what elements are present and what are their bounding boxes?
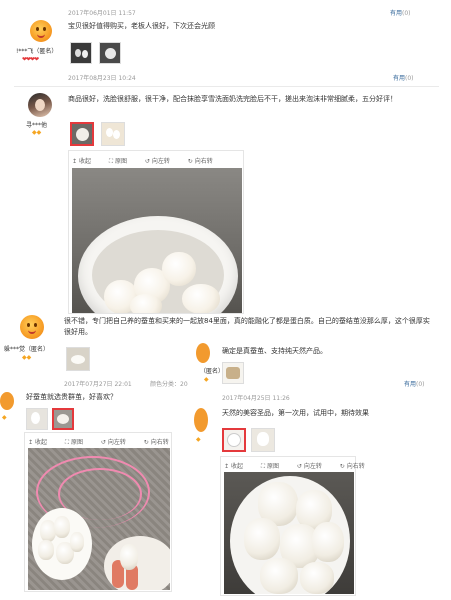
review-text: 确定是真蚕茧、支持纯天然产品。 [222, 347, 327, 355]
user-avatar [196, 343, 210, 363]
followup-date: 2017年08月23日 10:24 [68, 75, 136, 82]
user-avatar [194, 408, 208, 432]
followup-date: 2017年04月25日 11:26 [222, 395, 290, 402]
image-toolbar: ↥ 收起 ⛶ 原图 ↺ 向左转 ↻ 向右转 [28, 437, 185, 447]
review-thumbnail[interactable] [251, 428, 275, 452]
rotate-right-button[interactable]: ↻ 向右转 [340, 463, 373, 470]
divider [14, 86, 439, 87]
review-thumbnail-selected[interactable] [70, 122, 94, 146]
review-text: 宝贝很好值得购买，老板人很好，下次还会光顾 [68, 22, 215, 30]
original-image-button[interactable]: ⛶ 原图 [109, 158, 135, 165]
review-text: 商品很好，洗脸很舒服，很干净，配合抹脸享雪洗面奶洗完脸后不干，搓出来泡沫非常细腻… [68, 95, 397, 103]
diamond-level-icon: ◆ [204, 376, 209, 383]
review-photo [224, 472, 354, 594]
useful-button[interactable]: 有用(0) [393, 73, 414, 82]
review-thumbnail-selected[interactable] [52, 408, 74, 430]
heart-rating-icon: ❤❤❤❤ [22, 56, 39, 63]
review-thumbnail[interactable] [26, 408, 48, 430]
color-classification: 颜色分类：20 [150, 381, 188, 388]
diamond-level-icon: ◆ [2, 414, 7, 421]
username: 躲***觉（匿名） [4, 346, 50, 353]
review-thumbnail[interactable] [101, 122, 125, 146]
review-date: 2017年07月27日 22:01 [64, 381, 132, 388]
username: （匿名） [200, 368, 225, 375]
collapse-button[interactable]: ↥ 收起 [28, 439, 55, 446]
followup-text: 天然的美容圣品，第一次用，试用中，期待效果 [222, 409, 369, 417]
review-date: 2017年06月01日 11:57 [68, 10, 136, 17]
username: !***飞（匿名） [16, 48, 58, 55]
useful-button[interactable]: 有用(0) [390, 8, 411, 17]
user-avatar [30, 20, 52, 42]
user-avatar [28, 93, 52, 117]
diamond-level-icon: ◆◆ [22, 354, 32, 361]
original-image-button[interactable]: ⛶ 原图 [65, 439, 91, 446]
diamond-level-icon: ◆ [196, 436, 201, 443]
rotate-left-button[interactable]: ↺ 向左转 [145, 158, 178, 165]
user-avatar [0, 392, 14, 410]
useful-button[interactable]: 有用(0) [404, 379, 425, 388]
review-thumbnail[interactable] [99, 42, 121, 64]
image-toolbar: ↥ 收起 ⛶ 原图 ↺ 向左转 ↻ 向右转 [72, 156, 229, 166]
review-text: 很不错，专门把自己养的蚕茧和买来的一起放84里面，真的能融化了都是蛋白质。自己的… [64, 317, 430, 336]
review-photo [72, 168, 242, 313]
rotate-left-button[interactable]: ↺ 向左转 [101, 439, 134, 446]
rotate-left-button[interactable]: ↺ 向左转 [297, 463, 330, 470]
review-thumbnail[interactable] [66, 347, 90, 371]
rotate-right-button[interactable]: ↻ 向右转 [188, 158, 221, 165]
diamond-level-icon: ◆◆ [32, 129, 42, 136]
review-photo [28, 448, 170, 590]
collapse-button[interactable]: ↥ 收起 [224, 463, 251, 470]
image-toolbar: ↥ 收起 ⛶ 原图 ↺ 向左转 ↻ 向右转 [224, 461, 381, 471]
review-thumbnail[interactable] [70, 42, 92, 64]
review-thumbnail[interactable] [222, 362, 244, 384]
collapse-button[interactable]: ↥ 收起 [72, 158, 99, 165]
user-avatar [20, 315, 44, 339]
original-image-button[interactable]: ⛶ 原图 [261, 463, 287, 470]
rotate-right-button[interactable]: ↻ 向右转 [144, 439, 177, 446]
append-text: 好蚕茧就选贵群茧，好喜欢？ [26, 393, 117, 401]
review-thumbnail-selected[interactable] [222, 428, 246, 452]
username: 寻***他 [26, 122, 48, 129]
